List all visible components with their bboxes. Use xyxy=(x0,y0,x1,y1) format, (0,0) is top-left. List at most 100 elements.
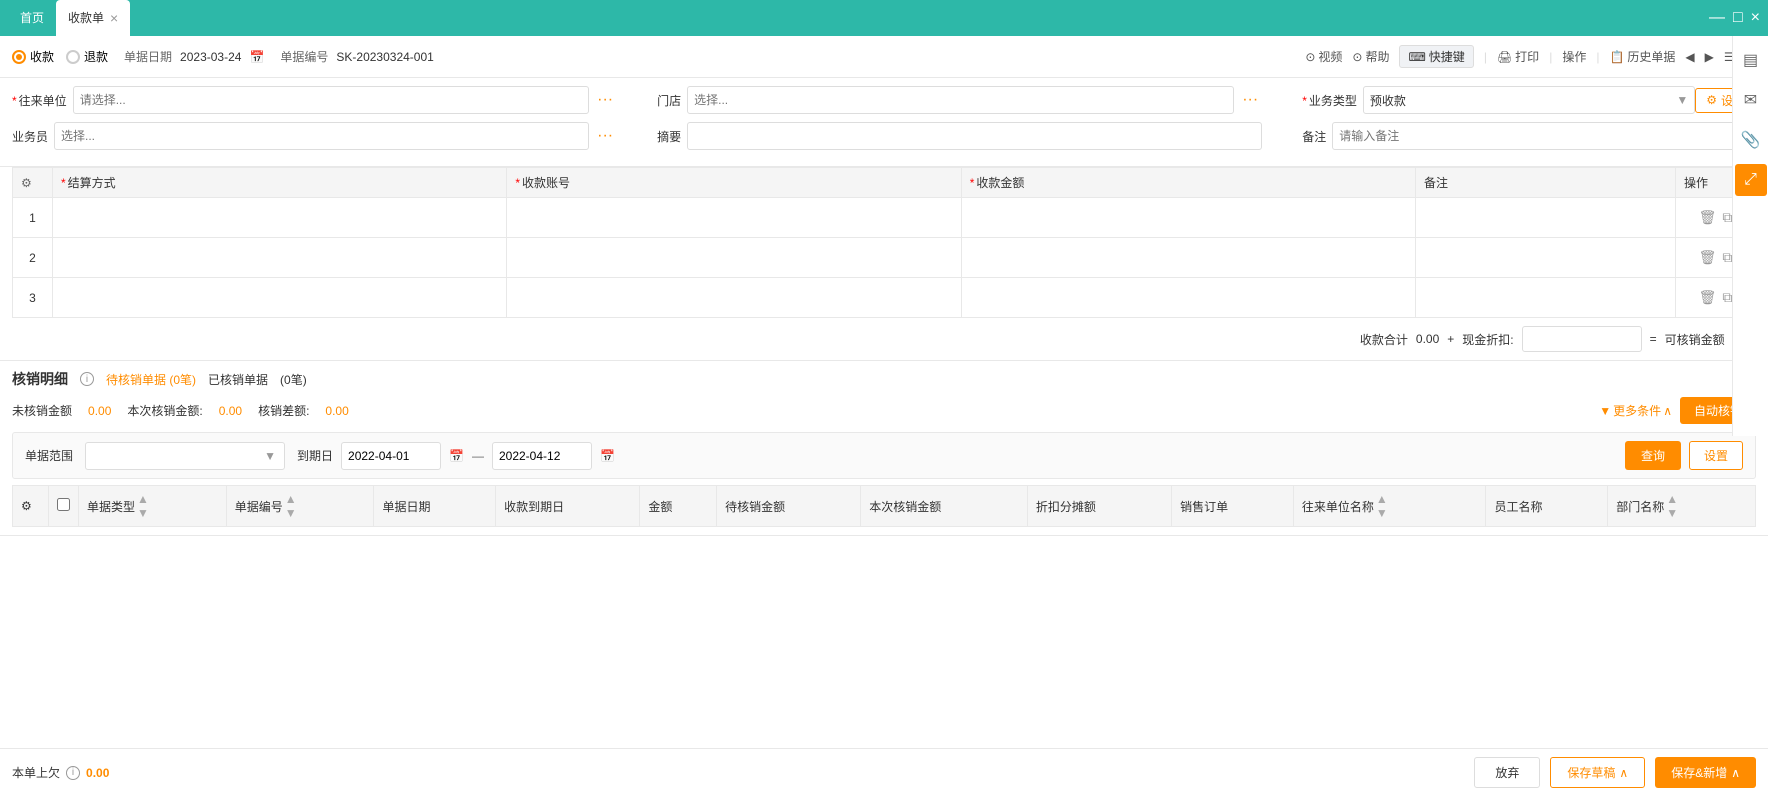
radio-income-circle xyxy=(12,50,26,64)
range-chevron-icon: ▼ xyxy=(264,449,276,463)
help-link[interactable]: ⊙ 帮助 xyxy=(1352,48,1389,65)
table-section: ⚙ *结算方式 *收款账号 *收款金额 备注 操作 xyxy=(0,167,1768,318)
bottom-table-wrapper: ⚙ 单据类型 ▲▼ 单据编号 xyxy=(12,485,1756,527)
radio-income[interactable]: 收款 xyxy=(12,48,54,65)
form-row-2: 业务员 ··· 摘要 备注 xyxy=(12,122,1756,150)
tab-close-icon[interactable]: × xyxy=(110,0,118,36)
settlement-cell-1[interactable] xyxy=(53,198,507,238)
amount-cell-1[interactable] xyxy=(961,198,1415,238)
remark-cell-2[interactable] xyxy=(1416,238,1676,278)
toolbar: 收款 退款 单据日期 2023-03-24 📅 单据编号 SK-20230324… xyxy=(0,36,1768,78)
radio-refund-circle xyxy=(66,50,80,64)
verify-stats: 未核销金额 0.00 本次核销金额: 0.00 核销差额: 0.00 ▼ 更多条… xyxy=(12,397,1756,424)
sidebar-expand-icon[interactable]: ⤢ xyxy=(1735,164,1767,196)
col-settlement-header: *结算方式 xyxy=(53,168,507,198)
remark-input[interactable] xyxy=(1332,122,1756,150)
bottom-col-doc-type: 单据类型 ▲▼ xyxy=(79,486,227,527)
close-icon[interactable]: × xyxy=(1751,9,1760,27)
copy-icon-2[interactable]: ⧉ xyxy=(1722,249,1732,266)
remark-field: 备注 xyxy=(1302,122,1756,150)
save-new-button[interactable]: 保存&新增 ∧ xyxy=(1655,757,1756,788)
verify-header: 核销明细 i 待核销单据 (0笔) 已核销单据 (0笔) xyxy=(12,369,1756,389)
main-content: 收款 退款 单据日期 2023-03-24 📅 单据编号 SK-20230324… xyxy=(0,36,1768,796)
biz-type-select[interactable]: 预收款 ▼ xyxy=(1363,86,1695,114)
pending-tab[interactable]: 待核销单据 (0笔) xyxy=(106,371,196,388)
copy-icon-3[interactable]: ⧉ xyxy=(1722,289,1732,306)
nav-left-icon[interactable]: ◀ xyxy=(1685,50,1694,64)
store-field: 门店 ··· xyxy=(657,86,1262,114)
date-calendar-icon[interactable]: 📅 xyxy=(249,50,264,64)
salesman-field: 业务员 ··· xyxy=(12,122,617,150)
help-icon: ⊙ xyxy=(1352,50,1362,64)
settlement-cell-3[interactable] xyxy=(53,278,507,318)
footer-info-icon[interactable]: i xyxy=(66,766,80,780)
minimize-icon[interactable]: — xyxy=(1709,9,1725,27)
tab-home[interactable]: 首页 xyxy=(8,0,56,36)
filter-row: 单据范围 ▼ 到期日 📅 — 📅 查询 设置 xyxy=(12,432,1756,479)
history-link[interactable]: 📋 历史单据 xyxy=(1609,48,1675,65)
form-row-1: *往来单位 ··· 门店 ··· *业务类型 预收款 ▼ ⚙ 设置 xyxy=(12,86,1756,114)
partner-more-icon[interactable]: ··· xyxy=(593,91,617,109)
radio-refund[interactable]: 退款 xyxy=(66,48,108,65)
bottom-col-recv-date: 收款到期日 xyxy=(496,486,640,527)
settlement-cell-2[interactable] xyxy=(53,238,507,278)
bottom-settings-icon[interactable]: ⚙ xyxy=(21,499,32,513)
tab-active[interactable]: 收款单 × xyxy=(56,0,130,36)
bottom-col-current: 本次核销金额 xyxy=(861,486,1028,527)
bottom-col-partner-name: 往来单位名称 ▲▼ xyxy=(1293,486,1486,527)
verify-info-icon[interactable]: i xyxy=(80,372,94,386)
save-draft-button[interactable]: 保存草稿 ∧ xyxy=(1550,757,1645,788)
summary-input[interactable] xyxy=(687,122,1262,150)
discard-button[interactable]: 放弃 xyxy=(1474,757,1540,788)
account-cell-2[interactable] xyxy=(507,238,961,278)
salesman-more-icon[interactable]: ··· xyxy=(593,127,617,145)
col-remark-header: 备注 xyxy=(1416,168,1676,198)
range-select[interactable]: ▼ xyxy=(85,442,285,470)
date-to-input[interactable] xyxy=(492,442,592,470)
video-link[interactable]: ⊙ 视频 xyxy=(1305,48,1342,65)
remark-cell-1[interactable] xyxy=(1416,198,1676,238)
sidebar-attach-icon[interactable]: 📎 xyxy=(1735,124,1767,156)
table-settings-icon[interactable]: ⚙ xyxy=(21,176,32,190)
store-more-icon[interactable]: ··· xyxy=(1238,91,1262,109)
verify-section: 核销明细 i 待核销单据 (0笔) 已核销单据 (0笔) 未核销金额 0.00 … xyxy=(0,361,1768,536)
biz-type-field: *业务类型 预收款 ▼ ⚙ 设置 xyxy=(1302,86,1756,114)
salesman-input[interactable] xyxy=(54,122,589,150)
date-to-calendar-icon[interactable]: 📅 xyxy=(600,449,615,463)
date-from-calendar-icon[interactable]: 📅 xyxy=(449,449,464,463)
gear-icon: ⚙ xyxy=(1706,93,1717,107)
maximize-icon[interactable]: □ xyxy=(1733,9,1743,27)
sidebar-table-icon[interactable]: ▤ xyxy=(1735,44,1767,76)
save-draft-chevron-icon: ∧ xyxy=(1619,766,1628,780)
bottom-col-pending: 待核销金额 xyxy=(717,486,861,527)
select-all-checkbox[interactable] xyxy=(57,498,70,511)
shortcut-button[interactable]: ⌨ 快捷键 xyxy=(1399,45,1473,68)
more-conditions-btn[interactable]: ▼ 更多条件 ∧ xyxy=(1599,402,1672,419)
account-cell-1[interactable] xyxy=(507,198,961,238)
delete-icon-3[interactable]: 🗑 xyxy=(1699,289,1717,306)
nav-right-icon[interactable]: ▶ xyxy=(1705,50,1714,64)
copy-icon-1[interactable]: ⧉ xyxy=(1722,209,1732,226)
date-from-input[interactable] xyxy=(341,442,441,470)
operation-link[interactable]: 操作 xyxy=(1562,48,1586,65)
delete-icon-1[interactable]: 🗑 xyxy=(1699,209,1717,226)
amount-cell-2[interactable] xyxy=(961,238,1415,278)
sidebar-email-icon[interactable]: ✉ xyxy=(1735,84,1767,116)
partner-input[interactable] xyxy=(73,86,589,114)
account-cell-3[interactable] xyxy=(507,278,961,318)
query-button[interactable]: 查询 xyxy=(1625,441,1681,470)
delete-icon-2[interactable]: 🗑 xyxy=(1699,249,1717,266)
col-settings-header: ⚙ xyxy=(13,168,53,198)
print-link[interactable]: 🖨 打印 xyxy=(1497,48,1539,65)
tab-bar-right: — □ × xyxy=(1709,9,1760,27)
summary-field: 摘要 xyxy=(657,122,1262,150)
form-area: *往来单位 ··· 门店 ··· *业务类型 预收款 ▼ ⚙ 设置 xyxy=(0,78,1768,167)
remark-cell-3[interactable] xyxy=(1416,278,1676,318)
store-input[interactable] xyxy=(687,86,1234,114)
video-icon: ⊙ xyxy=(1305,50,1315,64)
amount-cell-3[interactable] xyxy=(961,278,1415,318)
filter-icon: ▼ xyxy=(1599,404,1611,418)
col-amount-header: *收款金额 xyxy=(961,168,1415,198)
filter-setting-button[interactable]: 设置 xyxy=(1689,441,1743,470)
discount-input[interactable] xyxy=(1522,326,1642,352)
